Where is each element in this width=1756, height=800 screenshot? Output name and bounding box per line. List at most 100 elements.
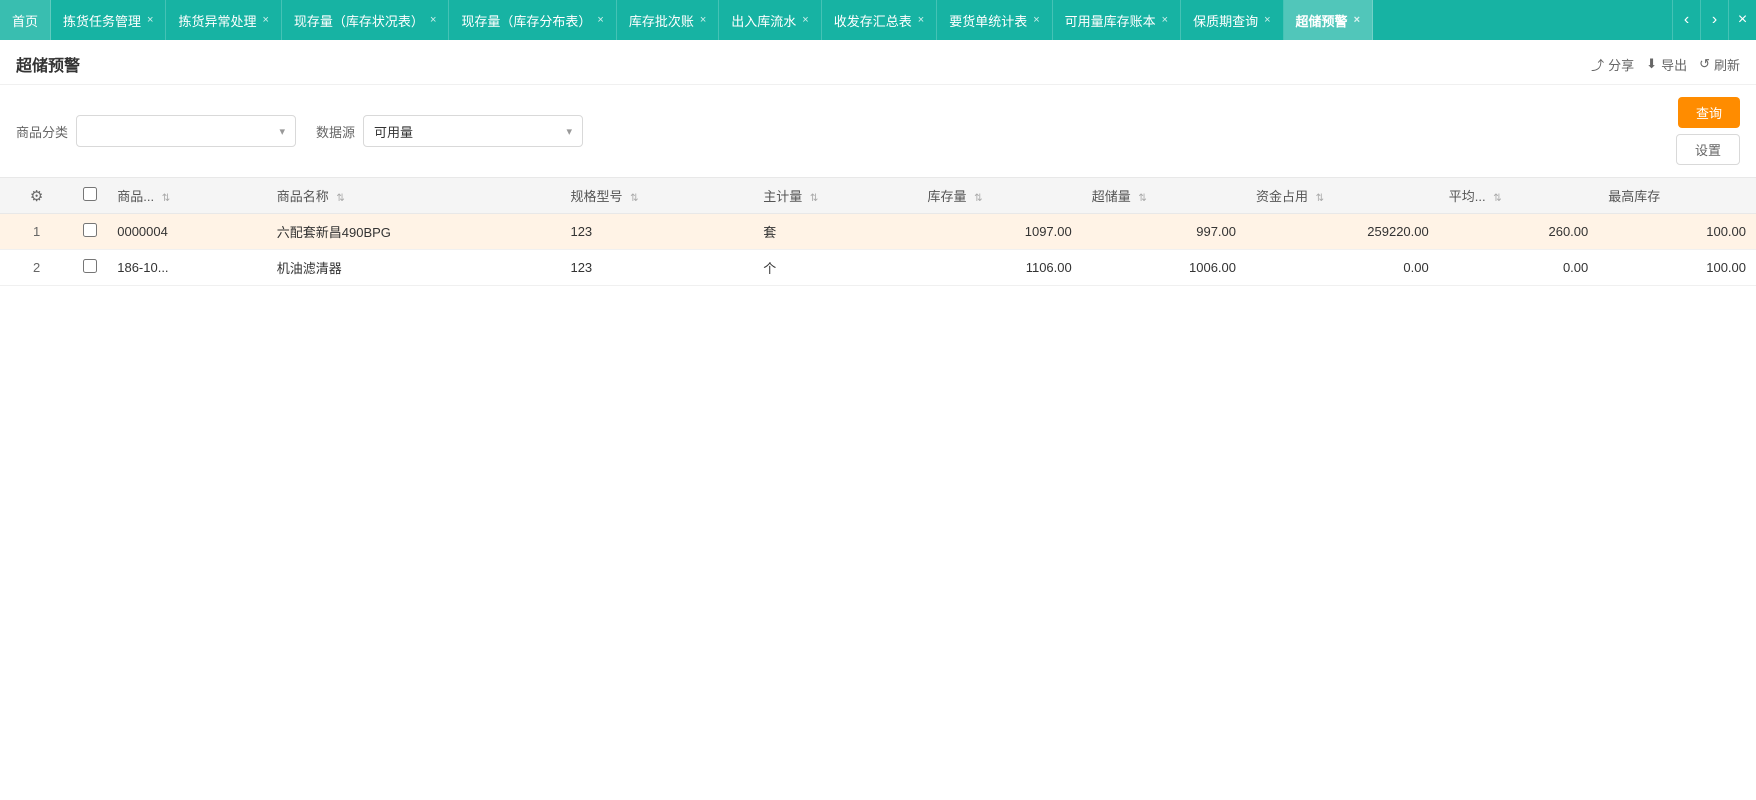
nav-item-summary[interactable]: 收发存汇总表 × [822,0,937,40]
row-product-name: 机油滤清器 [267,250,561,286]
nav-item-task[interactable]: 拣货任务管理 × [51,0,166,40]
row-capital: 0.00 [1246,250,1439,286]
nav-item-expiry[interactable]: 保质期查询 × [1181,0,1283,40]
row-checkbox[interactable] [83,259,97,273]
nav-item-stock-dist[interactable]: 现存量（库存分布表） × [449,0,616,40]
table-row: 2 186-10... 机油滤清器 123 个 1106.00 1006.00 … [0,250,1756,286]
query-button[interactable]: 查询 [1678,97,1740,128]
sort-icon: ⇅ [1138,193,1146,204]
page-title: 超储预警 [16,52,80,76]
close-icon[interactable]: × [918,14,924,26]
row-checkbox-cell[interactable] [73,214,107,250]
row-unit: 套 [753,214,917,250]
page-actions: ⤴ 分享 ⬇ 导出 ↺ 刷新 [1591,55,1740,74]
row-stock: 1106.00 [917,250,1081,286]
category-label: 商品分类 [16,122,68,141]
chevron-down-icon: ▾ [567,125,573,138]
nav-item-flow[interactable]: 出入库流水 × [719,0,821,40]
nav-next-button[interactable]: › [1700,0,1728,40]
chevron-down-icon: ▾ [279,125,285,138]
export-icon: ⬇ [1646,56,1657,72]
nav-item-available[interactable]: 可用量库存账本 × [1053,0,1181,40]
close-icon[interactable]: × [1354,14,1360,26]
row-overstock: 997.00 [1082,214,1246,250]
row-product-code: 0000004 [107,214,267,250]
row-stock: 1097.00 [917,214,1081,250]
sort-icon: ⇅ [336,193,344,204]
close-icon[interactable]: × [1033,14,1039,26]
row-product-code: 186-10... [107,250,267,286]
refresh-button[interactable]: ↺ 刷新 [1699,55,1740,74]
col-checkbox-header[interactable] [73,178,107,214]
sort-icon: ⇅ [810,193,818,204]
gear-icon[interactable]: ⚙ [30,188,43,205]
table-row: 1 0000004 六配套新昌490BPG 123 套 1097.00 997.… [0,214,1756,250]
row-capital: 259220.00 [1246,214,1439,250]
row-unit: 个 [753,250,917,286]
nav-item-exception[interactable]: 拣货异常处理 × [166,0,281,40]
table-container: ⚙ 商品... ⇅ 商品名称 ⇅ 规格型号 ⇅ 主计量 [0,177,1756,286]
col-unit-header[interactable]: 主计量 ⇅ [753,178,917,214]
col-max-stock-header[interactable]: 最高库存 [1598,178,1756,214]
col-capital-header[interactable]: 资金占用 ⇅ [1246,178,1439,214]
category-select[interactable]: ▾ [76,115,296,147]
row-max-stock: 100.00 [1598,250,1756,286]
col-avg-header[interactable]: 平均... ⇅ [1439,178,1599,214]
col-overstock-header[interactable]: 超储量 ⇅ [1082,178,1246,214]
data-table: ⚙ 商品... ⇅ 商品名称 ⇅ 规格型号 ⇅ 主计量 [0,177,1756,286]
row-checkbox-cell[interactable] [73,250,107,286]
col-settings-header[interactable]: ⚙ [0,178,73,214]
nav-bar: 首页 拣货任务管理 × 拣货异常处理 × 现存量（库存状况表） × 现存量（库存… [0,0,1756,40]
close-icon[interactable]: × [597,14,603,26]
row-avg: 260.00 [1439,214,1599,250]
sort-icon: ⇅ [162,193,170,204]
col-product-code-header[interactable]: 商品... ⇅ [107,178,267,214]
row-settings-cell: 2 [0,250,73,286]
nav-close-button[interactable]: × [1728,0,1756,40]
close-icon[interactable]: × [700,14,706,26]
settings-button[interactable]: 设置 [1676,134,1740,165]
row-avg: 0.00 [1439,250,1599,286]
refresh-icon: ↺ [1699,56,1710,72]
row-spec: 123 [560,250,753,286]
nav-item-order-stats[interactable]: 要货单统计表 × [937,0,1052,40]
share-icon: ⤴ [1591,55,1604,74]
export-button[interactable]: ⬇ 导出 [1646,55,1687,74]
page-header: 超储预警 ⤴ 分享 ⬇ 导出 ↺ 刷新 [0,40,1756,85]
row-spec: 123 [560,214,753,250]
select-all-checkbox[interactable] [83,187,97,201]
filter-area: 商品分类 ▾ 数据源 可用量 ▾ 查询 设置 [0,85,1756,177]
close-icon[interactable]: × [1264,14,1270,26]
col-product-name-header[interactable]: 商品名称 ⇅ [267,178,561,214]
sort-icon: ⇅ [630,193,638,204]
nav-item-overstock[interactable]: 超储预警 × [1284,0,1373,40]
sort-icon: ⇅ [974,193,982,204]
sort-icon: ⇅ [1493,193,1501,204]
close-icon[interactable]: × [262,14,268,26]
category-filter-group: 商品分类 ▾ [16,115,296,147]
row-product-name: 六配套新昌490BPG [267,214,561,250]
row-overstock: 1006.00 [1082,250,1246,286]
table-header-row: ⚙ 商品... ⇅ 商品名称 ⇅ 规格型号 ⇅ 主计量 [0,178,1756,214]
row-settings-cell: 1 [0,214,73,250]
col-stock-header[interactable]: 库存量 ⇅ [917,178,1081,214]
nav-arrows: ‹ › × [1672,0,1756,40]
filter-buttons: 查询 设置 [1676,97,1740,165]
row-checkbox[interactable] [83,223,97,237]
datasource-value: 可用量 [374,122,413,141]
datasource-filter-group: 数据源 可用量 ▾ [316,115,583,147]
nav-item-home[interactable]: 首页 [0,0,51,40]
nav-item-batch[interactable]: 库存批次账 × [617,0,719,40]
sort-icon: ⇅ [1316,193,1324,204]
share-button[interactable]: ⤴ 分享 [1591,55,1634,74]
close-icon[interactable]: × [1162,14,1168,26]
datasource-select[interactable]: 可用量 ▾ [363,115,583,147]
close-icon[interactable]: × [430,14,436,26]
close-icon[interactable]: × [802,14,808,26]
datasource-label: 数据源 [316,122,355,141]
nav-prev-button[interactable]: ‹ [1672,0,1700,40]
col-spec-header[interactable]: 规格型号 ⇅ [560,178,753,214]
close-icon[interactable]: × [147,14,153,26]
row-max-stock: 100.00 [1598,214,1756,250]
nav-item-stock-status[interactable]: 现存量（库存状况表） × [282,0,449,40]
